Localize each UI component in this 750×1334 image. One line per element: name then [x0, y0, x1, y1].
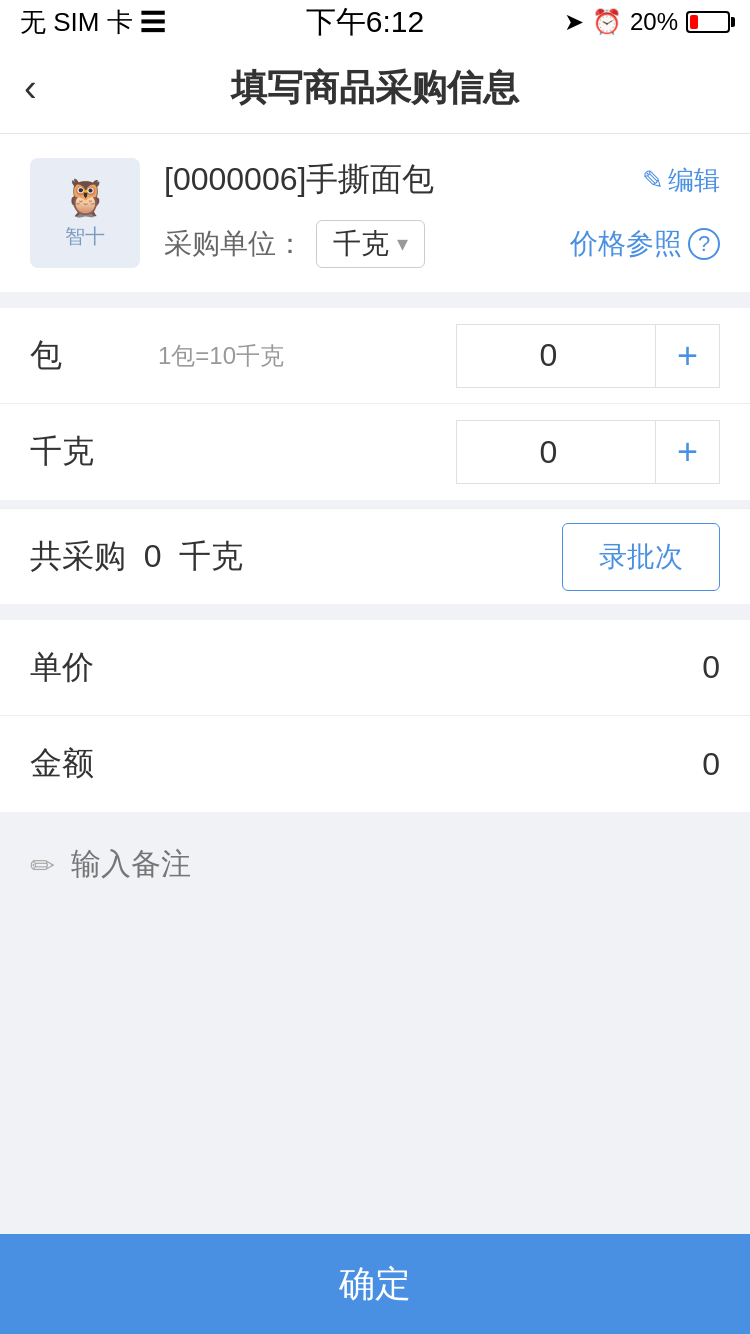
summary-text: 共采购 0 千克 — [30, 535, 243, 579]
help-icon: ? — [688, 228, 720, 260]
confirm-button[interactable]: 确定 — [0, 1234, 750, 1334]
quantity-input-group-bao: + — [456, 324, 720, 388]
price-section: 单价 0 金额 0 — [0, 620, 750, 812]
back-button[interactable]: ‹ — [24, 67, 37, 110]
battery-percentage: 20% — [630, 8, 678, 36]
pencil-icon: ✏ — [30, 848, 55, 883]
amount-label: 金额 — [30, 742, 94, 786]
quantity-row-kg: 千克 + — [0, 404, 750, 500]
status-left: 无 SIM 卡 ☰ — [20, 5, 166, 40]
unit-price-row: 单价 0 — [0, 620, 750, 716]
unit-select[interactable]: 千克 ▾ — [316, 220, 425, 268]
summary-row: 共采购 0 千克 录批次 — [0, 508, 750, 604]
summary-unit: 千克 — [179, 538, 243, 574]
product-name: [0000006]手撕面包 — [164, 158, 434, 202]
product-logo-icon: 🦉 — [63, 177, 108, 219]
remark-input[interactable] — [71, 844, 720, 949]
content-spacer — [0, 973, 750, 1173]
edit-icon: ✎ — [642, 165, 664, 196]
summary-amount: 0 — [144, 538, 162, 574]
unit-value: 千克 — [333, 225, 389, 263]
quantity-label-bao: 包 — [30, 334, 150, 378]
quantity-input-bao[interactable] — [456, 324, 656, 388]
divider-1 — [0, 300, 750, 308]
price-ref-label: 价格参照 — [570, 225, 682, 263]
price-reference-button[interactable]: 价格参照 ? — [570, 225, 720, 263]
quantity-input-kg[interactable] — [456, 420, 656, 484]
product-thumbnail: 🦉 智十 — [30, 158, 140, 268]
sim-status: 无 SIM 卡 ☰ — [20, 5, 166, 40]
status-right: ➤ ⏰ 20% — [564, 8, 730, 36]
location-icon: ➤ — [564, 8, 584, 36]
page-title: 填写商品采购信息 — [231, 64, 519, 113]
plus-button-bao[interactable]: + — [656, 324, 720, 388]
amount-value: 0 — [702, 746, 720, 783]
unit-price-value: 0 — [702, 649, 720, 686]
divider-2 — [0, 612, 750, 620]
plus-button-kg[interactable]: + — [656, 420, 720, 484]
quantity-label-kg: 千克 — [30, 430, 150, 474]
summary-label: 共采购 — [30, 538, 126, 574]
product-logo-text: 智十 — [65, 223, 105, 250]
chevron-down-icon: ▾ — [397, 231, 408, 257]
status-time: 下午6:12 — [306, 2, 424, 43]
quantity-input-group-kg: + — [456, 420, 720, 484]
nav-bar: ‹ 填写商品采购信息 — [0, 44, 750, 134]
unit-price-label: 单价 — [30, 646, 94, 690]
quantity-section: 包 1包=10千克 + 千克 + — [0, 308, 750, 500]
alarm-icon: ⏰ — [592, 8, 622, 36]
quantity-row-bao: 包 1包=10千克 + — [0, 308, 750, 404]
status-bar: 无 SIM 卡 ☰ 下午6:12 ➤ ⏰ 20% — [0, 0, 750, 44]
edit-button[interactable]: ✎ 编辑 — [642, 163, 720, 198]
product-info: [0000006]手撕面包 ✎ 编辑 采购单位： 千克 ▾ — [164, 158, 720, 268]
quantity-sublabel-bao: 1包=10千克 — [158, 340, 456, 372]
battery-icon — [686, 11, 730, 33]
remark-area: ✏ — [0, 820, 750, 973]
purchase-unit-label: 采购单位： — [164, 225, 304, 263]
batch-record-button[interactable]: 录批次 — [562, 523, 720, 591]
amount-row: 金额 0 — [0, 716, 750, 812]
product-card: 🦉 智十 [0000006]手撕面包 ✎ 编辑 采购单位： 千克 — [0, 134, 750, 300]
